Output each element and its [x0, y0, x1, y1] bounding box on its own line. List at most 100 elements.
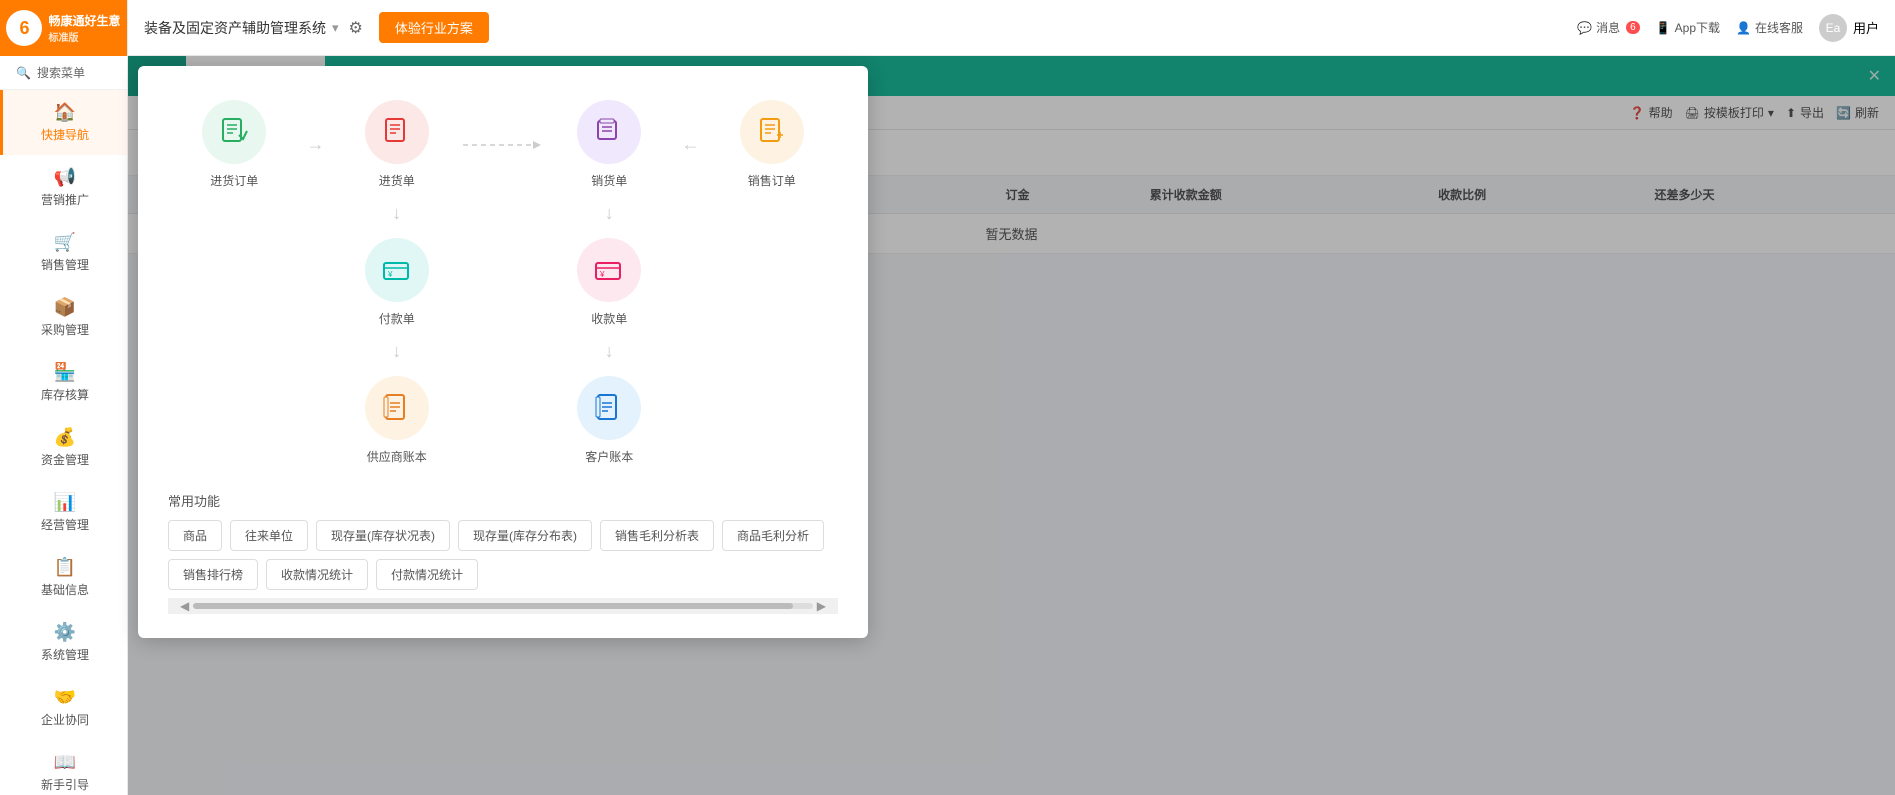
sidebar-item-quick[interactable]: 🏠 快捷导航	[0, 90, 127, 155]
sidebar-item-guide[interactable]: 📖 新手引导	[0, 740, 127, 795]
nav-label-system: 系统管理	[41, 646, 89, 663]
flow-node-receipt-bill[interactable]: ¥ 收款单	[543, 228, 676, 337]
message-item[interactable]: 💬 消息 6	[1577, 19, 1640, 36]
avatar: Ea	[1819, 14, 1847, 42]
sidebar-item-marketing[interactable]: 📢 营销推广	[0, 155, 127, 220]
inventory-icon: 🏪	[54, 362, 76, 383]
flow-node-sales-bill[interactable]: 销货单	[543, 90, 676, 199]
payment-bill-label: 付款单	[379, 310, 415, 327]
sidebar-item-finance[interactable]: 💰 资金管理	[0, 415, 127, 480]
flow-node-sales-order[interactable]: 销售订单	[706, 90, 839, 199]
receipt-bill-icon: ¥	[577, 238, 641, 302]
purchase-order-icon	[202, 100, 266, 164]
func-btn-2[interactable]: 现存量(库存状况表)	[316, 520, 450, 551]
purchase-bill-icon	[365, 100, 429, 164]
scroll-left-icon[interactable]: ◀	[176, 599, 193, 613]
down-arrow-sales-bill: ↓	[543, 199, 676, 228]
sidebar-logo: 6 畅康通好生意 标准版	[0, 0, 127, 56]
sales-order-icon	[740, 100, 804, 164]
func-btn-4[interactable]: 销售毛利分析表	[600, 520, 714, 551]
svg-text:¥: ¥	[599, 270, 605, 279]
nav-label-finance: 资金管理	[41, 451, 89, 468]
nav-label-sales: 销售管理	[41, 256, 89, 273]
func-btn-1[interactable]: 往来单位	[230, 520, 308, 551]
arrow-sales-order-to-bill: ←	[676, 134, 706, 155]
service-icon: 👤	[1736, 21, 1751, 35]
flow-node-payment-bill[interactable]: ¥ 付款单	[331, 228, 464, 337]
header-right: 💬 消息 6 📱 App下载 👤 在线客服 Ea 用户	[1577, 14, 1879, 42]
user-area[interactable]: Ea 用户	[1819, 14, 1879, 42]
nav-label-guide: 新手引导	[41, 776, 89, 793]
app-download-item[interactable]: 📱 App下载	[1656, 19, 1720, 36]
supplier-ledger-label: 供应商账本	[367, 448, 427, 465]
logo-title: 畅康通好生意	[48, 12, 120, 29]
scrollbar-handle[interactable]	[193, 603, 793, 609]
func-btn-0[interactable]: 商品	[168, 520, 222, 551]
sidebar-item-system[interactable]: ⚙️ 系统管理	[0, 610, 127, 675]
logo-icon: 6	[6, 10, 42, 46]
nav-label-purchase: 采购管理	[41, 321, 89, 338]
func-btn-8[interactable]: 付款情况统计	[376, 559, 478, 590]
flow-dialog: 进货订单 → 进货单	[138, 66, 868, 638]
dropdown-arrow-icon[interactable]: ▾	[332, 20, 339, 36]
collab-icon: 🤝	[54, 687, 76, 708]
dialog-body: 进货订单 → 进货单	[138, 66, 868, 638]
dialog-overlay: 进货订单 → 进货单	[128, 56, 1895, 795]
down-arrow-purchase-bill: ↓	[331, 199, 464, 228]
nav-label-collab: 企业协同	[41, 711, 89, 728]
func-btn-5[interactable]: 商品毛利分析	[722, 520, 824, 551]
header-title: 装备及固定资产辅助管理系统	[144, 18, 326, 38]
logo-sub: 标准版	[48, 29, 120, 44]
sales-icon: 🛒	[54, 232, 76, 253]
func-btn-6[interactable]: 销售排行榜	[168, 559, 258, 590]
guide-icon: 📖	[54, 752, 76, 773]
search-label: 搜索菜单	[37, 64, 85, 81]
func-btn-3[interactable]: 现存量(库存分布表)	[458, 520, 592, 551]
header: 装备及固定资产辅助管理系统 ▾ ⚙ 体验行业方案 💬 消息 6 📱 App下载 …	[128, 0, 1895, 56]
message-label: 消息	[1596, 19, 1620, 36]
sidebar-nav: 🏠 快捷导航 📢 营销推广 🛒 销售管理 📦 采购管理 🏪 库存核算 💰 资金管…	[0, 90, 127, 795]
func-buttons: 商品 往来单位 现存量(库存状况表) 现存量(库存分布表) 销售毛利分析表 商品…	[168, 520, 838, 551]
flow-node-supplier-ledger[interactable]: 供应商账本	[331, 366, 464, 475]
sidebar-item-collab[interactable]: 🤝 企业协同	[0, 675, 127, 740]
online-service-item[interactable]: 👤 在线客服	[1736, 19, 1803, 36]
operation-icon: 📊	[54, 492, 76, 513]
down-arrow-receipt: ↓	[543, 337, 676, 366]
user-name: 用户	[1853, 18, 1879, 37]
receipt-bill-label: 收款单	[591, 310, 627, 327]
customer-ledger-label: 客户账本	[585, 448, 633, 465]
message-icon: 💬	[1577, 21, 1592, 35]
marketing-icon: 📢	[54, 167, 76, 188]
app-download-label: App下载	[1675, 19, 1720, 36]
sidebar: 6 畅康通好生意 标准版 🔍 搜索菜单 🏠 快捷导航 📢 营销推广 🛒 销售管理…	[0, 0, 128, 795]
base-icon: 📋	[54, 557, 76, 578]
sales-bill-label: 销货单	[591, 172, 627, 189]
svg-text:¥: ¥	[387, 270, 393, 279]
nav-label-quick: 快捷导航	[41, 126, 89, 143]
experience-btn[interactable]: 体验行业方案	[379, 12, 489, 43]
online-service-label: 在线客服	[1755, 19, 1803, 36]
func-btn-7[interactable]: 收款情况统计	[266, 559, 368, 590]
purchase-bill-label: 进货单	[379, 172, 415, 189]
common-functions: 常用功能 商品 往来单位 现存量(库存状况表) 现存量(库存分布表) 销售毛利分…	[168, 491, 838, 590]
flow-node-purchase-bill[interactable]: 进货单	[331, 90, 464, 199]
search-icon: 🔍	[16, 66, 31, 80]
sales-bill-icon	[577, 100, 641, 164]
scroll-right-icon[interactable]: ▶	[813, 599, 830, 613]
sidebar-item-operation[interactable]: 📊 经营管理	[0, 480, 127, 545]
scrollbar-track[interactable]	[193, 603, 813, 609]
common-functions-title: 常用功能	[168, 491, 838, 510]
purchase-order-label: 进货订单	[210, 172, 258, 189]
sidebar-item-base[interactable]: 📋 基础信息	[0, 545, 127, 610]
sidebar-item-purchase[interactable]: 📦 采购管理	[0, 285, 127, 350]
quick-icon: 🏠	[54, 102, 76, 123]
flow-node-customer-ledger[interactable]: 客户账本	[543, 366, 676, 475]
nav-label-inventory: 库存核算	[41, 386, 89, 403]
gap-arrow	[463, 135, 543, 155]
sidebar-item-sales[interactable]: 🛒 销售管理	[0, 220, 127, 285]
flow-node-purchase-order[interactable]: 进货订单	[168, 90, 301, 199]
sidebar-item-inventory[interactable]: 🏪 库存核算	[0, 350, 127, 415]
settings-icon[interactable]: ⚙	[349, 18, 363, 38]
sidebar-search[interactable]: 🔍 搜索菜单	[0, 56, 127, 90]
scrollbar-area: ◀ ▶	[168, 598, 838, 614]
